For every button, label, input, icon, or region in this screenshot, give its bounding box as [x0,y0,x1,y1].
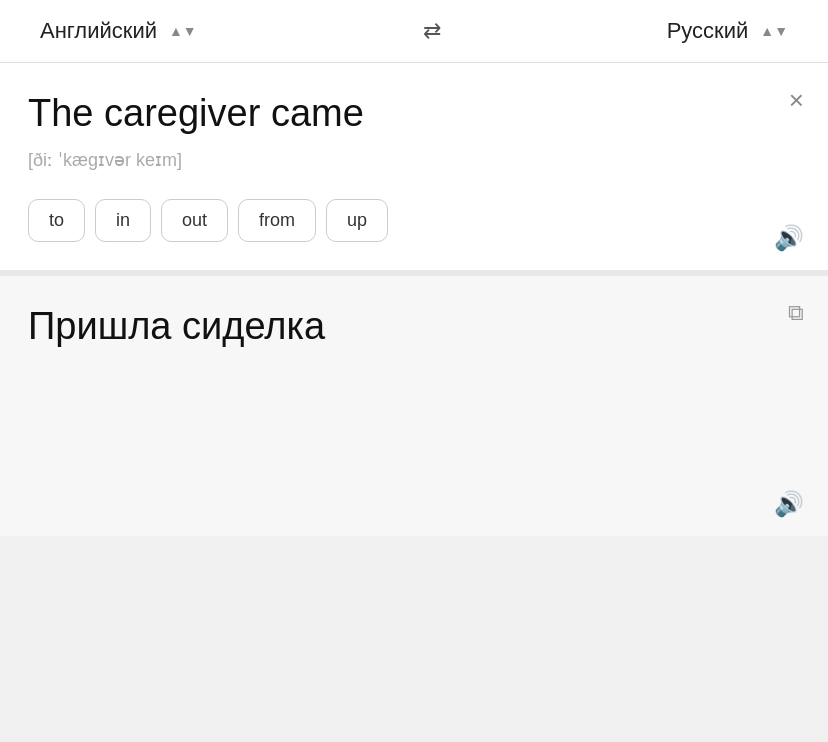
word-chips-row: toinoutfromup [28,199,800,250]
word-chip[interactable]: to [28,199,85,242]
target-language-label: Русский [667,18,749,44]
source-text: The caregiver came [28,91,800,137]
swap-icon: ⇄ [423,18,441,43]
language-bar: Английский ▲▼ ⇄ Русский ▲▼ [0,0,828,63]
translation-panel: Пришла сиделка ⧉ 🔊 [0,276,828,536]
word-chip[interactable]: in [95,199,151,242]
swap-languages-button[interactable]: ⇄ [423,18,441,44]
word-chip[interactable]: up [326,199,388,242]
translation-speaker-icon: 🔊 [774,490,804,517]
word-chip[interactable]: from [238,199,316,242]
source-panel: The caregiver came × [ðiː ˈkægɪvər keɪm]… [0,63,828,276]
word-chip[interactable]: out [161,199,228,242]
copy-icon: ⧉ [788,300,804,325]
translation-text: Пришла сиделка [28,304,800,350]
target-language-button[interactable]: Русский ▲▼ [667,18,788,44]
close-icon: × [789,85,804,115]
translation-speaker-button[interactable]: 🔊 [774,490,804,518]
source-language-button[interactable]: Английский ▲▼ [40,18,197,44]
source-language-label: Английский [40,18,157,44]
clear-button[interactable]: × [789,87,804,113]
source-lang-arrows: ▲▼ [169,23,197,39]
copy-button[interactable]: ⧉ [788,300,804,326]
source-speaker-icon: 🔊 [774,224,804,251]
phonetic-text: [ðiː ˈkægɪvər keɪm] [28,149,800,171]
source-speaker-button[interactable]: 🔊 [774,224,804,252]
target-lang-arrows: ▲▼ [760,23,788,39]
